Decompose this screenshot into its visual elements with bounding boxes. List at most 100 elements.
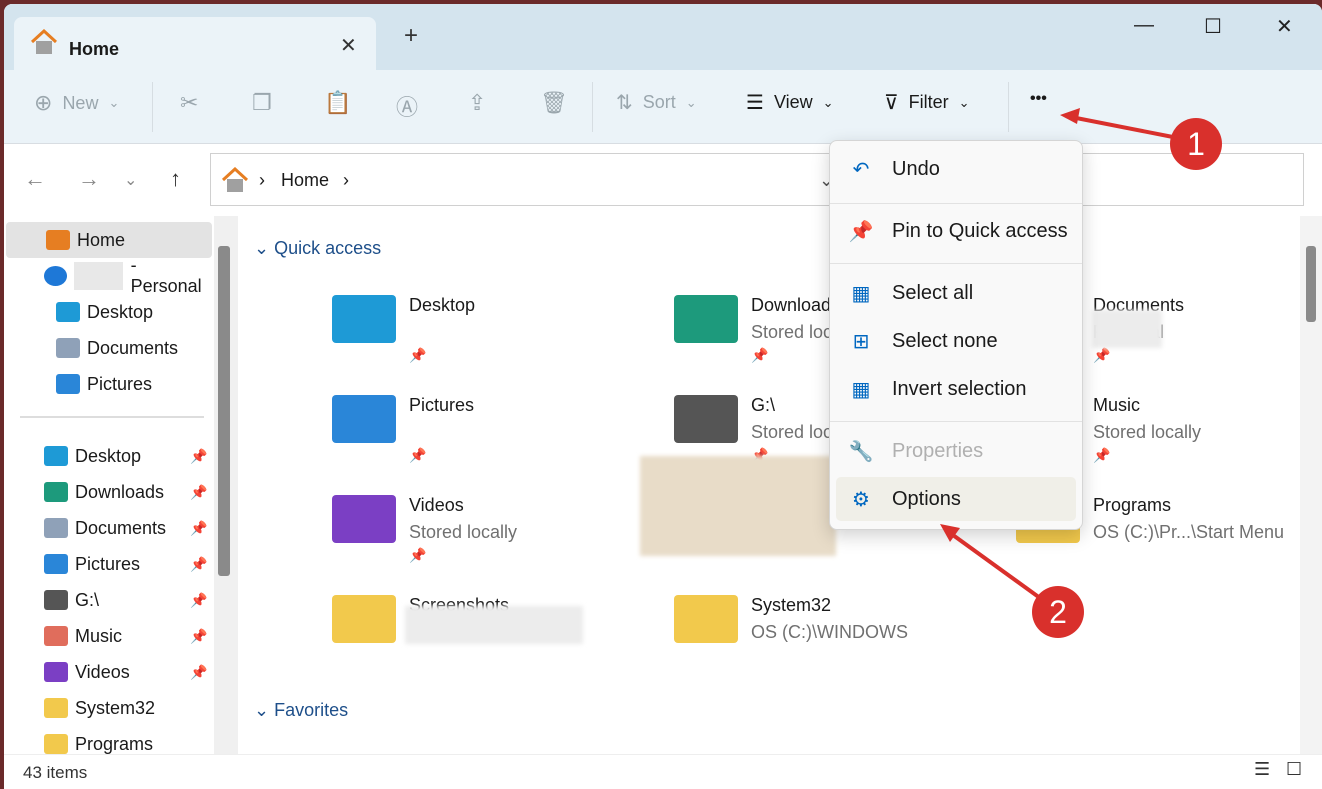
breadcrumb-separator: › [259, 170, 265, 190]
new-tab-button[interactable]: + [404, 22, 418, 50]
sidebar-item[interactable]: Home [6, 222, 212, 258]
menu-item-undo[interactable]: ↶ Undo [836, 147, 1076, 191]
tab-home[interactable]: Home ✕ [14, 17, 376, 70]
menu-item-invert-selection[interactable]: ▦ Invert selection [836, 367, 1076, 411]
quick-access-tile[interactable]: Desktop 📌 [332, 295, 662, 385]
menu-item-label: Properties [892, 439, 984, 462]
sidebar-scrollbar-track[interactable] [214, 216, 238, 754]
quick-access-tile[interactable]: Videos Stored locally 📌 [332, 495, 662, 585]
sidebar-item[interactable]: Pictures 📌 [4, 546, 210, 582]
filter-icon: ⊽ [884, 92, 899, 114]
sidebar-item[interactable]: Pictures [4, 366, 210, 402]
folder-icon [674, 395, 738, 443]
folder-icon [46, 230, 70, 250]
rename-icon[interactable]: Ⓐ [396, 90, 418, 122]
share-icon[interactable]: ⇪ [468, 90, 486, 116]
plus-circle-icon: ⊕ [34, 90, 53, 115]
sidebar-item[interactable]: G:\ 📌 [4, 582, 210, 618]
minimize-button[interactable]: — [1134, 14, 1154, 37]
sidebar-item[interactable]: Documents [4, 330, 210, 366]
folder-icon [44, 626, 68, 646]
sidebar-item-label: Downloads [75, 481, 165, 502]
item-count: 43 items [23, 763, 88, 782]
scrollbar-thumb[interactable] [1306, 246, 1316, 322]
pin-icon: 📌 [409, 347, 427, 363]
sidebar-item[interactable]: - Personal [4, 255, 210, 296]
forward-button[interactable]: → [78, 166, 100, 192]
up-button[interactable]: ↑ [170, 166, 181, 192]
chevron-down-icon: ⌄ [958, 94, 970, 110]
sidebar-item[interactable]: System32 [4, 690, 210, 726]
sidebar-scrollbar-thumb[interactable] [218, 246, 230, 576]
menu-item-label: Invert selection [892, 377, 1027, 400]
cut-icon[interactable]: ✂ [180, 90, 198, 116]
tab-close-button[interactable]: ✕ [340, 33, 357, 58]
menu-item-properties[interactable]: 🔧 Properties [836, 429, 1076, 473]
sidebar-item-label: System32 [75, 697, 156, 718]
back-button[interactable]: ← [24, 166, 46, 192]
tile-subtitle: OS (C:)\Pr...\Start Menu [1093, 522, 1285, 542]
recent-locations-button[interactable]: ⌄ [124, 170, 137, 190]
tiles-view-icon[interactable]: ☐ [1286, 759, 1302, 780]
menu-item-label: Undo [892, 157, 940, 180]
view-label: View [773, 92, 813, 112]
content-scrollbar[interactable] [1300, 216, 1322, 754]
sidebar-item[interactable]: Desktop 📌 [4, 438, 210, 474]
pin-icon: 📌 [190, 447, 208, 464]
tile-subtitle: OS (C:)\WINDOWS [751, 622, 908, 642]
close-button[interactable]: ✕ [1276, 14, 1293, 39]
new-label: New [62, 92, 99, 113]
folder-icon [56, 302, 80, 322]
see-more-menu: ↶ Undo 📌 Pin to Quick access ▦ Select all ⊞ Sel… [829, 140, 1083, 530]
sidebar-item[interactable]: Music 📌 [4, 618, 210, 654]
tile-name: Pictures [409, 395, 475, 415]
paste-icon[interactable]: 📋 [324, 90, 351, 116]
new-button[interactable]: ⊕ New ⌄ [34, 90, 119, 116]
quick-access-label: Quick access [274, 238, 382, 258]
view-button[interactable]: ☰ View ⌄ [746, 90, 834, 115]
folder-icon [44, 266, 68, 286]
sidebar-item[interactable]: Videos 📌 [4, 654, 210, 690]
delete-icon[interactable]: 🗑 [540, 90, 568, 116]
pin-icon: 📌 [751, 347, 769, 363]
menu-item-label: Select none [892, 329, 998, 352]
menu-item-pin-to-quick-access[interactable]: 📌 Pin to Quick access [836, 209, 1076, 253]
sort-button[interactable]: ⇅ Sort ⌄ [616, 90, 697, 115]
menu-icon: ▦ [851, 378, 871, 401]
sidebar-item-label: Documents [75, 517, 167, 538]
sidebar-item-label: Music [75, 625, 123, 646]
quick-access-tile[interactable]: System32 OS (C:)\WINDOWS [674, 595, 1004, 685]
details-view-icon[interactable]: ☰ [1254, 759, 1270, 780]
quick-access-tile[interactable]: Pictures 📌 [332, 395, 662, 485]
pin-icon: 📌 [190, 483, 208, 500]
pin-icon: 📌 [190, 519, 208, 536]
copy-icon[interactable]: ❐ [252, 90, 272, 116]
command-bar: ⊕ New ⌄ ✂ ❐ 📋 Ⓐ ⇪ 🗑 ⇅ Sort ⌄ ☰ View ⌄ ⊽ Filter ⌄… [4, 70, 1322, 144]
redacted-region [1092, 310, 1162, 348]
sidebar-item[interactable]: Documents 📌 [4, 510, 210, 546]
breadcrumb-separator[interactable]: › [343, 170, 349, 191]
breadcrumb-home[interactable]: Home [281, 170, 329, 191]
tile-name: System32 [751, 595, 832, 615]
maximize-button[interactable]: ☐ [1204, 14, 1222, 39]
filter-button[interactable]: ⊽ Filter ⌄ [884, 90, 970, 115]
folder-icon [44, 446, 68, 466]
menu-item-options[interactable]: ⚙ Options [836, 477, 1076, 521]
favorites-header[interactable]: ⌄ Favorites [254, 700, 348, 721]
sidebar-item[interactable]: Downloads 📌 [4, 474, 210, 510]
menu-item-select-none[interactable]: ⊞ Select none [836, 319, 1076, 363]
redacted-region [405, 606, 583, 644]
see-more-button[interactable]: ••• [1030, 90, 1047, 108]
address-bar[interactable]: › Home › ⌄ [210, 153, 836, 206]
sidebar-item[interactable]: Desktop [4, 294, 210, 330]
pin-icon: 📌 [409, 547, 427, 563]
title-bar: Home ✕ + — ☐ ✕ [4, 4, 1322, 70]
folder-icon [44, 554, 68, 574]
home-icon [30, 29, 58, 54]
folder-icon [332, 595, 396, 643]
menu-divider [830, 421, 1082, 422]
folder-icon [44, 662, 68, 682]
sort-icon: ⇅ [616, 92, 633, 114]
quick-access-header[interactable]: ⌄ Quick access [254, 238, 381, 259]
menu-item-select-all[interactable]: ▦ Select all [836, 271, 1076, 315]
